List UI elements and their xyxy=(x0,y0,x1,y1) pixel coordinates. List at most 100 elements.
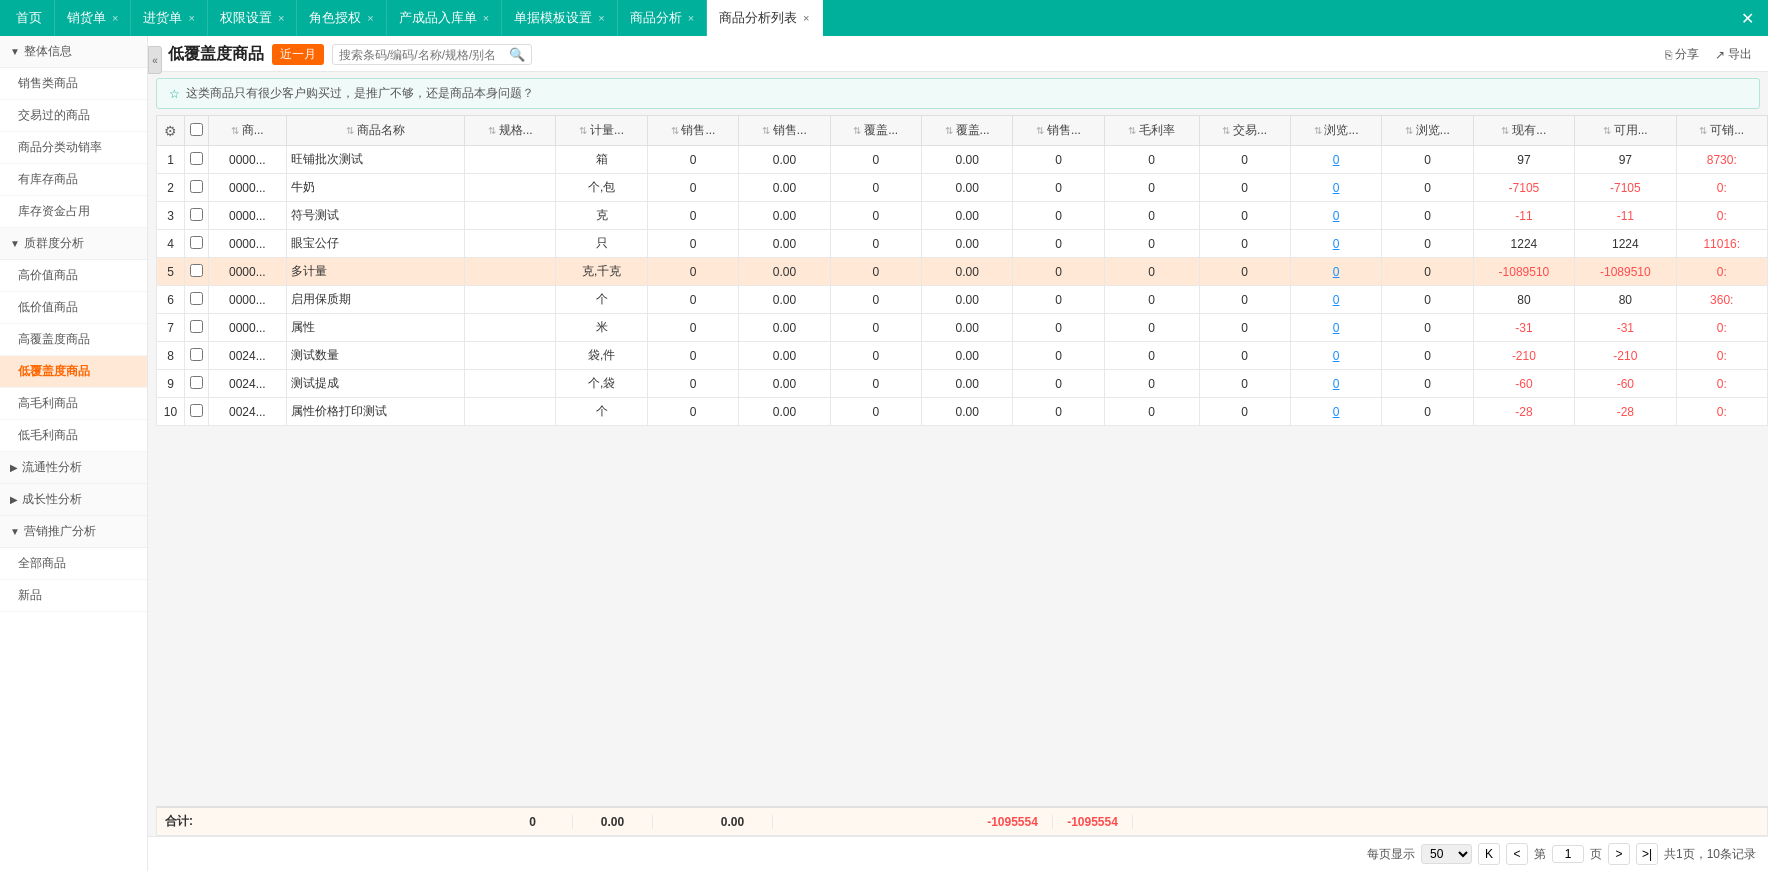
sidebar-section-marketing[interactable]: ▼ 营销推广分析 xyxy=(0,516,147,548)
row-checkbox[interactable] xyxy=(185,398,209,426)
share-button[interactable]: ⎘ 分享 xyxy=(1661,44,1703,65)
row-browse1[interactable]: 0 xyxy=(1290,230,1381,258)
col-sales-amt[interactable]: 销售... xyxy=(739,116,830,146)
window-close-button[interactable]: ✕ xyxy=(1735,7,1760,30)
nav-tab-home[interactable]: 首页 xyxy=(4,0,55,36)
next-page-button[interactable]: > xyxy=(1608,843,1630,865)
sidebar-item-all-products[interactable]: 全部商品 xyxy=(0,548,147,580)
col-saleable[interactable]: 可销... xyxy=(1676,116,1767,146)
nav-tab-template[interactable]: 单据模板设置 × xyxy=(502,0,617,36)
col-name[interactable]: 商品名称 xyxy=(286,116,464,146)
nav-tab-role[interactable]: 角色授权 × xyxy=(297,0,386,36)
data-table-container[interactable]: ⚙ 商... 商品名称 规格... 计量... 销售... 销售... 覆盖..… xyxy=(156,115,1768,806)
row-checkbox[interactable] xyxy=(185,146,209,174)
col-current[interactable]: 现有... xyxy=(1473,116,1574,146)
search-icon[interactable]: 🔍 xyxy=(509,47,525,62)
row-browse1[interactable]: 0 xyxy=(1290,174,1381,202)
row-checkbox[interactable] xyxy=(185,258,209,286)
export-button[interactable]: ↗ 导出 xyxy=(1711,44,1756,65)
row-browse1[interactable]: 0 xyxy=(1290,202,1381,230)
sidebar-item-sales-dynamic[interactable]: 商品分类动销率 xyxy=(0,132,147,164)
sidebar-section-flow[interactable]: ▶ 流通性分析 xyxy=(0,452,147,484)
row-checkbox[interactable] xyxy=(185,342,209,370)
nav-tab-sales[interactable]: 销货单 × xyxy=(55,0,131,36)
row-select-checkbox[interactable] xyxy=(190,404,203,417)
row-checkbox[interactable] xyxy=(185,370,209,398)
row-browse1[interactable]: 0 xyxy=(1290,146,1381,174)
row-browse1[interactable]: 0 xyxy=(1290,286,1381,314)
nav-tab-permissions[interactable]: 权限设置 × xyxy=(208,0,297,36)
sidebar-item-high-profit[interactable]: 高毛利商品 xyxy=(0,388,147,420)
col-available[interactable]: 可用... xyxy=(1575,116,1676,146)
sidebar-item-low-coverage[interactable]: 低覆盖度商品 xyxy=(0,356,147,388)
sidebar-item-sales-category[interactable]: 销售类商品 xyxy=(0,68,147,100)
last-page-button[interactable]: >| xyxy=(1636,843,1658,865)
prev-page-button[interactable]: < xyxy=(1506,843,1528,865)
nav-close-role[interactable]: × xyxy=(367,12,373,24)
page-number-input[interactable] xyxy=(1552,845,1584,863)
nav-close-analysis[interactable]: × xyxy=(688,12,694,24)
col-browse1[interactable]: 浏览... xyxy=(1290,116,1381,146)
sidebar-item-traded[interactable]: 交易过的商品 xyxy=(0,100,147,132)
row-browse1[interactable]: 0 xyxy=(1290,398,1381,426)
row-checkbox[interactable] xyxy=(185,202,209,230)
row-select-checkbox[interactable] xyxy=(190,348,203,361)
row-browse1[interactable]: 0 xyxy=(1290,258,1381,286)
sidebar-item-new-products[interactable]: 新品 xyxy=(0,580,147,612)
sidebar-item-stock-fund[interactable]: 库存资金占用 xyxy=(0,196,147,228)
sidebar-collapse-button[interactable]: « xyxy=(148,46,162,74)
row-select-checkbox[interactable] xyxy=(190,180,203,193)
sidebar-item-low-profit[interactable]: 低毛利商品 xyxy=(0,420,147,452)
row-browse1[interactable]: 0 xyxy=(1290,370,1381,398)
nav-close-sales[interactable]: × xyxy=(112,12,118,24)
col-gross-rate[interactable]: 毛利率 xyxy=(1104,116,1199,146)
col-settings[interactable]: ⚙ xyxy=(157,116,185,146)
sidebar-item-high-coverage[interactable]: 高覆盖度商品 xyxy=(0,324,147,356)
nav-tab-analysis[interactable]: 商品分析 × xyxy=(618,0,707,36)
col-sales-qty[interactable]: 销售... xyxy=(647,116,738,146)
col-spec[interactable]: 规格... xyxy=(465,116,556,146)
row-browse1[interactable]: 0 xyxy=(1290,314,1381,342)
col-code[interactable]: 商... xyxy=(209,116,287,146)
row-checkbox[interactable] xyxy=(185,174,209,202)
nav-tab-product-entry[interactable]: 产成品入库单 × xyxy=(387,0,502,36)
nav-close-product-entry[interactable]: × xyxy=(483,12,489,24)
sidebar-item-low-value[interactable]: 低价值商品 xyxy=(0,292,147,324)
nav-close-permissions[interactable]: × xyxy=(278,12,284,24)
nav-close-purchase[interactable]: × xyxy=(188,12,194,24)
col-checkbox[interactable] xyxy=(185,116,209,146)
row-browse1[interactable]: 0 xyxy=(1290,342,1381,370)
col-coverage2[interactable]: 覆盖... xyxy=(921,116,1012,146)
nav-close-analysis-list[interactable]: × xyxy=(803,12,809,24)
row-coverage2: 0.00 xyxy=(921,258,1012,286)
search-input[interactable] xyxy=(339,48,509,62)
row-select-checkbox[interactable] xyxy=(190,376,203,389)
sidebar-item-high-value[interactable]: 高价值商品 xyxy=(0,260,147,292)
row-checkbox[interactable] xyxy=(185,314,209,342)
first-page-button[interactable]: K xyxy=(1478,843,1500,865)
sidebar-section-overall[interactable]: ▼ 整体信息 xyxy=(0,36,147,68)
row-select-checkbox[interactable] xyxy=(190,292,203,305)
col-trade[interactable]: 交易... xyxy=(1199,116,1290,146)
col-unit[interactable]: 计量... xyxy=(556,116,647,146)
sidebar-section-growth[interactable]: ▶ 成长性分析 xyxy=(0,484,147,516)
col-browse2[interactable]: 浏览... xyxy=(1382,116,1473,146)
row-select-checkbox[interactable] xyxy=(190,264,203,277)
col-coverage1[interactable]: 覆盖... xyxy=(830,116,921,146)
sidebar-item-has-stock[interactable]: 有库存商品 xyxy=(0,164,147,196)
row-checkbox[interactable] xyxy=(185,230,209,258)
row-select-checkbox[interactable] xyxy=(190,152,203,165)
nav-tab-purchase[interactable]: 进货单 × xyxy=(131,0,207,36)
nav-close-template[interactable]: × xyxy=(598,12,604,24)
page-size-select[interactable]: 50 20 100 200 xyxy=(1421,844,1472,864)
col-sales3[interactable]: 销售... xyxy=(1013,116,1104,146)
settings-icon[interactable]: ⚙ xyxy=(164,123,177,139)
select-all-checkbox[interactable] xyxy=(190,123,203,136)
row-checkbox[interactable] xyxy=(185,286,209,314)
nav-tab-analysis-list[interactable]: 商品分析列表 × xyxy=(707,0,822,36)
time-filter-button[interactable]: 近一月 xyxy=(272,44,324,65)
row-select-checkbox[interactable] xyxy=(190,208,203,221)
row-select-checkbox[interactable] xyxy=(190,320,203,333)
sidebar-section-quality[interactable]: ▼ 质群度分析 xyxy=(0,228,147,260)
row-select-checkbox[interactable] xyxy=(190,236,203,249)
